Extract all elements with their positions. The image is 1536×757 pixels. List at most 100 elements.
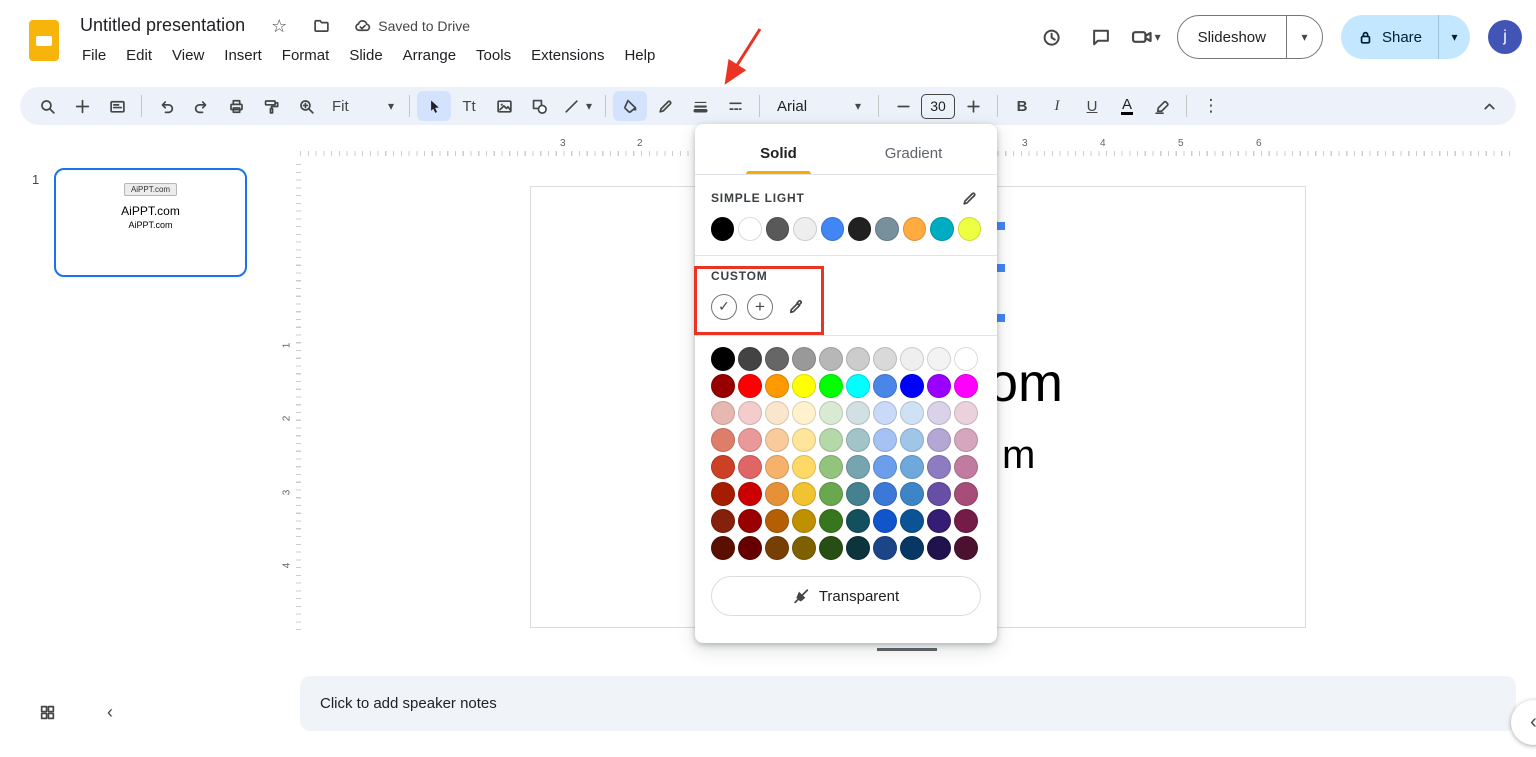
- speaker-notes-input[interactable]: Click to add speaker notes: [300, 676, 1516, 731]
- move-button[interactable]: [313, 17, 330, 34]
- palette-color-swatch[interactable]: [792, 428, 816, 452]
- share-button[interactable]: Share: [1341, 15, 1438, 59]
- palette-color-swatch[interactable]: [873, 401, 897, 425]
- theme-color-swatch[interactable]: [793, 217, 817, 241]
- new-slide-button[interactable]: [65, 91, 99, 121]
- palette-color-swatch[interactable]: [954, 401, 978, 425]
- palette-color-swatch[interactable]: [954, 482, 978, 506]
- palette-color-swatch[interactable]: [873, 509, 897, 533]
- text-box-button[interactable]: Tt: [452, 91, 486, 121]
- palette-color-swatch[interactable]: [927, 509, 951, 533]
- palette-color-swatch[interactable]: [819, 374, 843, 398]
- document-status-button[interactable]: Saved to Drive: [354, 17, 470, 34]
- palette-color-swatch[interactable]: [900, 401, 924, 425]
- palette-color-swatch[interactable]: [900, 347, 924, 371]
- zoom-select[interactable]: Fit ▾: [324, 91, 402, 121]
- selection-handle[interactable]: [996, 263, 1006, 273]
- version-history-button[interactable]: [1031, 17, 1071, 57]
- palette-color-swatch[interactable]: [765, 536, 789, 560]
- palette-color-swatch[interactable]: [765, 482, 789, 506]
- palette-color-swatch[interactable]: [927, 455, 951, 479]
- palette-color-swatch[interactable]: [765, 401, 789, 425]
- comments-button[interactable]: [1081, 17, 1121, 57]
- palette-color-swatch[interactable]: [792, 401, 816, 425]
- palette-color-swatch[interactable]: [738, 482, 762, 506]
- palette-color-swatch[interactable]: [711, 374, 735, 398]
- palette-color-swatch[interactable]: [738, 428, 762, 452]
- palette-color-swatch[interactable]: [711, 347, 735, 371]
- palette-color-swatch[interactable]: [765, 509, 789, 533]
- custom-color-selected-button[interactable]: ✓: [711, 293, 737, 320]
- canvas-text-fragment[interactable]: om: [988, 352, 1063, 414]
- decrease-font-size-button[interactable]: [886, 91, 920, 121]
- palette-color-swatch[interactable]: [927, 428, 951, 452]
- canvas-text-fragment[interactable]: m: [1002, 433, 1035, 478]
- palette-color-swatch[interactable]: [738, 374, 762, 398]
- insert-line-button[interactable]: ▾: [557, 91, 598, 121]
- palette-color-swatch[interactable]: [765, 428, 789, 452]
- tab-solid[interactable]: Solid: [711, 132, 846, 174]
- palette-color-swatch[interactable]: [954, 536, 978, 560]
- palette-color-swatch[interactable]: [846, 428, 870, 452]
- search-menus-button[interactable]: [30, 91, 64, 121]
- theme-color-swatch[interactable]: [738, 217, 762, 241]
- underline-button[interactable]: U: [1075, 91, 1109, 121]
- print-button[interactable]: [219, 91, 253, 121]
- palette-color-swatch[interactable]: [819, 482, 843, 506]
- menu-arrange[interactable]: Arrange: [393, 44, 466, 67]
- palette-color-swatch[interactable]: [954, 509, 978, 533]
- palette-color-swatch[interactable]: [819, 536, 843, 560]
- palette-color-swatch[interactable]: [792, 536, 816, 560]
- border-dash-button[interactable]: [718, 91, 752, 121]
- palette-color-swatch[interactable]: [927, 401, 951, 425]
- palette-color-swatch[interactable]: [819, 401, 843, 425]
- eyedropper-button[interactable]: [783, 294, 809, 320]
- menu-view[interactable]: View: [162, 44, 214, 67]
- fill-color-button[interactable]: [613, 91, 648, 121]
- tab-gradient[interactable]: Gradient: [846, 132, 981, 174]
- palette-color-swatch[interactable]: [900, 374, 924, 398]
- palette-color-swatch[interactable]: [765, 455, 789, 479]
- palette-color-swatch[interactable]: [873, 428, 897, 452]
- add-custom-color-button[interactable]: +: [747, 293, 773, 320]
- palette-color-swatch[interactable]: [900, 428, 924, 452]
- palette-color-swatch[interactable]: [927, 482, 951, 506]
- selection-handle[interactable]: [996, 313, 1006, 323]
- insert-shape-button[interactable]: [522, 91, 556, 121]
- slideshow-dropdown-button[interactable]: ▾: [1285, 16, 1322, 58]
- menu-help[interactable]: Help: [614, 44, 665, 67]
- transparent-button[interactable]: Transparent: [711, 576, 981, 616]
- theme-color-swatch[interactable]: [765, 217, 790, 241]
- palette-color-swatch[interactable]: [900, 509, 924, 533]
- hide-menus-button[interactable]: [1472, 91, 1506, 121]
- collapse-filmstrip-button[interactable]: ‹: [95, 697, 125, 727]
- palette-color-swatch[interactable]: [711, 401, 735, 425]
- slide-layout-button[interactable]: [100, 91, 134, 121]
- grid-view-button[interactable]: [32, 697, 62, 727]
- palette-color-swatch[interactable]: [873, 347, 897, 371]
- zoom-button[interactable]: [289, 91, 323, 121]
- palette-color-swatch[interactable]: [711, 455, 735, 479]
- palette-color-swatch[interactable]: [765, 374, 789, 398]
- palette-color-swatch[interactable]: [900, 536, 924, 560]
- palette-color-swatch[interactable]: [846, 347, 870, 371]
- palette-color-swatch[interactable]: [873, 455, 897, 479]
- palette-color-swatch[interactable]: [765, 347, 789, 371]
- palette-color-swatch[interactable]: [819, 347, 843, 371]
- slideshow-button[interactable]: Slideshow: [1178, 16, 1286, 58]
- theme-color-swatch[interactable]: [848, 217, 872, 241]
- undo-button[interactable]: [149, 91, 183, 121]
- theme-color-swatch[interactable]: [902, 217, 927, 241]
- palette-color-swatch[interactable]: [927, 374, 951, 398]
- palette-color-swatch[interactable]: [792, 347, 816, 371]
- more-options-button[interactable]: ⋮: [1194, 91, 1228, 121]
- palette-color-swatch[interactable]: [846, 374, 870, 398]
- palette-color-swatch[interactable]: [738, 401, 762, 425]
- palette-color-swatch[interactable]: [711, 428, 735, 452]
- palette-color-swatch[interactable]: [927, 347, 951, 371]
- palette-color-swatch[interactable]: [792, 482, 816, 506]
- palette-color-swatch[interactable]: [738, 509, 762, 533]
- palette-color-swatch[interactable]: [711, 536, 735, 560]
- increase-font-size-button[interactable]: [956, 91, 990, 121]
- palette-color-swatch[interactable]: [738, 347, 762, 371]
